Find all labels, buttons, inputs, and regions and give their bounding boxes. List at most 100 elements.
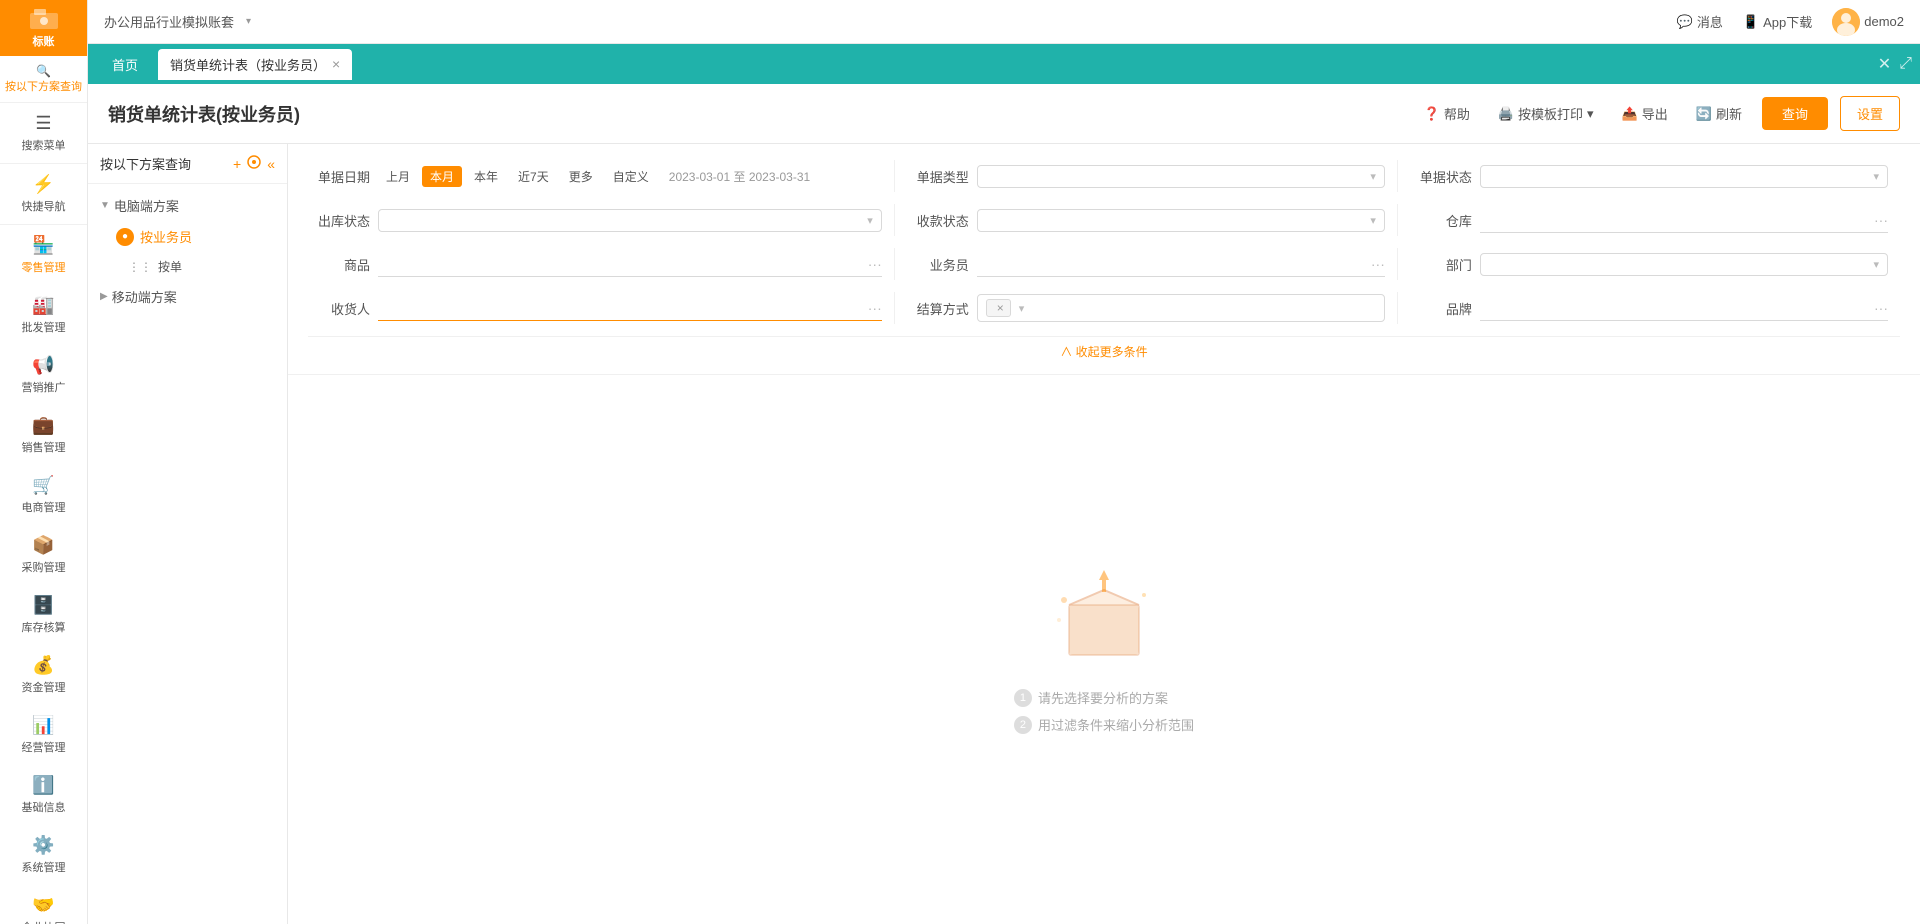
sidebar-item-marketing[interactable]: 📢 营销推广 <box>0 345 87 405</box>
brand-dots-icon[interactable]: ··· <box>1874 300 1888 316</box>
warehouse-dots-icon[interactable]: ··· <box>1874 212 1888 228</box>
sidebar-item-inventory[interactable]: 🗄️ 库存核算 <box>0 585 87 645</box>
settings-button[interactable]: 设置 <box>1840 96 1900 131</box>
sidebar-item-shortcut[interactable]: ⚡ 快捷导航 <box>0 164 87 224</box>
sidebar-item-sales[interactable]: 💼 销售管理 <box>0 405 87 465</box>
outstatus-select[interactable]: ▾ <box>378 209 882 232</box>
sidebar-search[interactable]: 🔍 按以下方案查询 <box>0 56 87 103</box>
tab-close-window-icon[interactable]: ✕ <box>1878 54 1891 74</box>
edit-scheme-button[interactable] <box>247 155 261 172</box>
sidebar-item-purchase[interactable]: 📦 采购管理 <box>0 525 87 585</box>
date-tabs: 上月 本月 本年 近7天 更多 自定义 <box>378 166 657 187</box>
department-arrow-icon: ▾ <box>1873 258 1879 271</box>
date-tab-this-month[interactable]: 本月 <box>422 166 462 187</box>
user-profile-action[interactable]: demo2 <box>1832 8 1904 36</box>
template-print-label: 按模板打印 <box>1518 104 1583 123</box>
doctype-select[interactable]: ▾ <box>977 165 1385 188</box>
department-select[interactable]: ▾ <box>1480 253 1888 276</box>
sidebar-item-wholesale[interactable]: 🏭 批发管理 <box>0 285 87 345</box>
tab-home[interactable]: 首页 <box>96 49 154 80</box>
tab-active-salesperson[interactable]: 销货单统计表（按业务员） × <box>158 49 352 80</box>
search-icon: 🔍 <box>36 64 51 78</box>
avatar-image <box>1832 8 1860 36</box>
add-scheme-button[interactable]: + <box>233 156 241 172</box>
app-download-action[interactable]: 📱 App下载 <box>1743 12 1812 31</box>
sidebar-item-enterprise[interactable]: 🤝 企业协同 <box>0 885 87 924</box>
filter-row-2: 出库状态 ▾ 收款状态 ▾ <box>308 204 1900 236</box>
tab-home-label: 首页 <box>112 58 138 73</box>
wholesale-icon: 🏭 <box>32 295 54 316</box>
settlement-tag: × <box>986 299 1011 317</box>
sidebar-item-ecommerce[interactable]: 🛒 电商管理 <box>0 465 87 525</box>
breadcrumb-dropdown-icon[interactable]: ▾ <box>246 16 251 27</box>
sidebar-item-system[interactable]: ⚙️ 系统管理 <box>0 825 87 885</box>
sidebar: 标账 🔍 按以下方案查询 ☰ 搜索菜单 ⚡ 快捷导航 🏪 零售管理 🏭 批发管理… <box>0 0 88 924</box>
left-panel-header: 按以下方案查询 + « <box>88 144 287 184</box>
sidebar-item-retail[interactable]: 🏪 零售管理 <box>0 224 87 285</box>
warehouse-input[interactable]: ··· <box>1480 208 1888 233</box>
empty-box-icon <box>1044 565 1164 665</box>
breadcrumb: 办公用品行业模拟账套 ▾ <box>104 12 251 31</box>
collapse-panel-button[interactable]: « <box>267 156 275 172</box>
collection-label: 收款状态 <box>907 211 977 230</box>
query-button[interactable]: 查询 <box>1762 97 1828 130</box>
template-print-button[interactable]: 🖨️ 按模板打印 ▾ <box>1490 100 1602 127</box>
help-button[interactable]: ❓ 帮助 <box>1416 100 1478 127</box>
goods-label: 商品 <box>308 255 378 274</box>
tab-active-label: 销货单统计表（按业务员） <box>170 55 326 74</box>
goods-input[interactable]: ··· <box>378 252 882 277</box>
tree-salesperson-item[interactable]: ● 按业务员 <box>88 221 287 252</box>
basic-icon: ℹ️ <box>32 775 54 796</box>
sidebar-item-operations[interactable]: 📊 经营管理 <box>0 705 87 765</box>
export-button[interactable]: 📤 导出 <box>1614 100 1676 127</box>
refresh-button[interactable]: 🔄 刷新 <box>1688 100 1750 127</box>
receiver-dots-icon[interactable]: ··· <box>868 300 882 316</box>
sales-icon: 💼 <box>32 415 54 436</box>
outstatus-label: 出库状态 <box>308 211 378 230</box>
date-tab-last-month[interactable]: 上月 <box>378 166 418 187</box>
brand-input[interactable]: ··· <box>1480 296 1888 321</box>
filter-department-group: 部门 ▾ <box>1398 253 1900 276</box>
settlement-select[interactable]: × ▾ <box>977 294 1385 322</box>
settlement-arrow-icon: ▾ <box>1019 302 1025 315</box>
settlement-tag-close-icon[interactable]: × <box>997 301 1004 315</box>
goods-dots-icon[interactable]: ··· <box>868 256 882 272</box>
page-actions: ❓ 帮助 🖨️ 按模板打印 ▾ 📤 导出 🔄 刷新 查询 设置 <box>1416 96 1900 131</box>
sidebar-purchase-label: 采购管理 <box>22 559 66 575</box>
tab-close-icon[interactable]: × <box>332 57 340 71</box>
collection-select[interactable]: ▾ <box>977 209 1385 232</box>
sidebar-finance-label: 资金管理 <box>22 679 66 695</box>
empty-tips: 1 请先选择要分析的方案 2 用过滤条件来缩小分析范围 <box>1014 688 1194 734</box>
date-tab-this-year[interactable]: 本年 <box>466 166 506 187</box>
system-icon: ⚙️ <box>32 835 54 856</box>
tab-maximize-icon[interactable]: ⤢ <box>1899 55 1912 73</box>
doctype-arrow-icon: ▾ <box>1370 170 1376 183</box>
sidebar-item-finance[interactable]: 💰 资金管理 <box>0 645 87 705</box>
tree-by-order-item[interactable]: ⋮⋮ 按单 <box>88 252 287 281</box>
date-tab-custom[interactable]: 自定义 <box>605 166 657 187</box>
date-tab-more[interactable]: 更多 <box>561 166 601 187</box>
salesperson-input[interactable]: ··· <box>977 252 1385 277</box>
sidebar-item-label: 搜索菜单 <box>22 137 66 153</box>
salesperson-dots-icon[interactable]: ··· <box>1371 256 1385 272</box>
left-panel: 按以下方案查询 + « ▼ <box>88 144 288 924</box>
page-content: 销货单统计表(按业务员) ❓ 帮助 🖨️ 按模板打印 ▾ 📤 导出 🔄 刷 <box>88 84 1920 924</box>
date-tab-last-7days[interactable]: 近7天 <box>510 166 557 187</box>
export-icon: 📤 <box>1622 106 1638 122</box>
operations-icon: 📊 <box>32 715 54 736</box>
tree-desktop-parent[interactable]: ▼ 电脑端方案 <box>88 190 287 221</box>
brand-label: 品牌 <box>1410 299 1480 318</box>
tree-mobile-parent[interactable]: ▶ 移动端方案 <box>88 281 287 312</box>
sidebar-item-search[interactable]: ☰ 搜索菜单 <box>0 103 87 164</box>
collection-arrow-icon: ▾ <box>1370 214 1376 227</box>
receiver-input[interactable]: ··· <box>378 296 882 321</box>
sidebar-item-basic[interactable]: ℹ️ 基础信息 <box>0 765 87 825</box>
message-action[interactable]: 💬 消息 <box>1677 12 1723 31</box>
logo-icon <box>28 7 60 31</box>
filter-settlement-group: 结算方式 × ▾ <box>895 294 1397 322</box>
refresh-label: 刷新 <box>1716 104 1742 123</box>
collapse-filters-button[interactable]: ∧ 收起更多条件 <box>308 336 1900 366</box>
marketing-icon: 📢 <box>32 355 54 376</box>
docstatus-select[interactable]: ▾ <box>1480 165 1888 188</box>
avatar <box>1832 8 1860 36</box>
